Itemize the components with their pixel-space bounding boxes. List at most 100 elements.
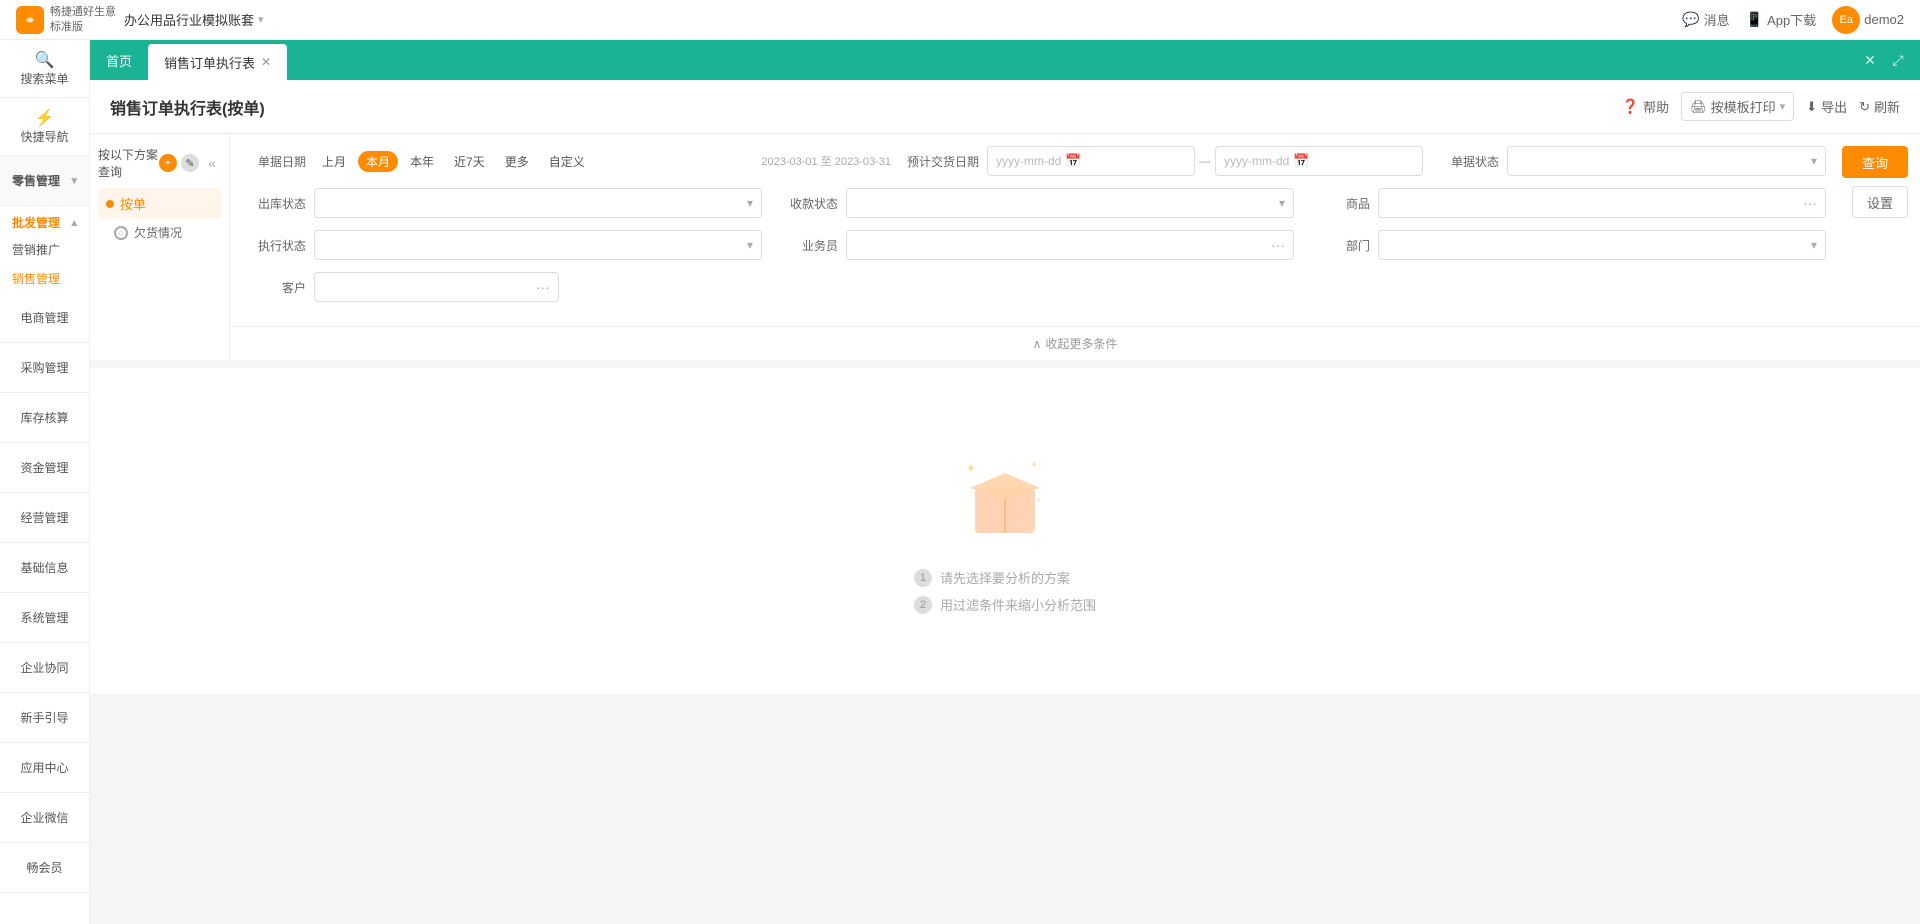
sidebar-purchase-label: 采购管理 <box>20 359 68 376</box>
expected-date-end[interactable]: yyyy-mm-dd 📅 <box>1215 146 1423 176</box>
tab-home[interactable]: 首页 <box>90 40 148 80</box>
doc-status-select[interactable] <box>1507 146 1826 176</box>
sidebar-item-marketing[interactable]: 营销推广 <box>0 235 89 264</box>
sidebar-item-wechat[interactable]: 企业微信 <box>0 793 89 843</box>
empty-tips: 1 请先选择要分析的方案 2 用过滤条件来缩小分析范围 <box>914 568 1096 614</box>
date-btn-this-month[interactable]: 本月 <box>358 151 398 172</box>
sidebar-item-ecommerce[interactable]: 电商管理 <box>0 293 89 343</box>
sidebar-item-system[interactable]: 系统管理 <box>0 593 89 643</box>
sidebar-item-sales[interactable]: 销售管理 <box>0 264 89 293</box>
sidebar-item-search[interactable]: 🔍 搜索菜单 <box>0 40 89 98</box>
collection-chevron <box>1279 196 1285 210</box>
print-icon: 🖨 <box>1690 99 1707 115</box>
main-layout: 🔍 搜索菜单 ⚡ 快捷导航 零售管理 ▾ 批发管理 ▴ 营销推广 销售管理 电商… <box>0 40 1920 924</box>
refresh-btn[interactable]: ↻ 刷新 <box>1859 97 1900 116</box>
scheme-item-label: 按单 <box>120 194 146 213</box>
filter-form-area: 单据日期 上月 本月 本年 近7天 更多 自定义 <box>230 134 1920 326</box>
user-area[interactable]: Ea demo2 <box>1832 6 1904 34</box>
sidebar-newbie-label: 新手引导 <box>20 709 68 726</box>
tab-sales-exec-label: 销售订单执行表 <box>164 53 255 72</box>
export-label: 导出 <box>1821 97 1847 116</box>
app-download-btn[interactable]: 📱 App下载 <box>1746 10 1817 29</box>
date-btn-more[interactable]: 更多 <box>497 151 537 172</box>
settings-btn[interactable]: 设置 <box>1852 186 1908 218</box>
collection-status-label: 收款状态 <box>778 195 838 212</box>
filter-row-3: 执行状态 业务员 <box>246 230 1826 260</box>
scheme-edit-btn[interactable]: ✎ <box>181 154 199 172</box>
expand-window-btn[interactable]: ⤢ <box>1888 50 1908 70</box>
scheme-collapse-btn[interactable]: « <box>203 154 221 172</box>
sidebar-item-member[interactable]: 畅会员 <box>0 843 89 893</box>
sidebar-finance-label: 资金管理 <box>20 459 68 476</box>
collapse-icon: ▴ <box>71 216 77 229</box>
salesperson-select[interactable] <box>846 230 1294 260</box>
sidebar-item-basic[interactable]: 基础信息 <box>0 543 89 593</box>
query-btn[interactable]: 查询 <box>1842 146 1908 178</box>
svg-text:✦: ✦ <box>1035 496 1042 505</box>
sidebar-item-purchase[interactable]: 采购管理 <box>0 343 89 393</box>
sidebar-marketing-label: 营销推广 <box>12 241 60 258</box>
date-btn-this-year[interactable]: 本年 <box>402 151 442 172</box>
tab-sales-exec[interactable]: 销售订单执行表 ✕ <box>148 44 287 80</box>
tab-bar-actions: ✕ ⤢ <box>1860 50 1920 70</box>
sidebar-wholesale-label: 批发管理 <box>12 214 60 231</box>
doc-status-field: 单据状态 <box>1439 146 1826 176</box>
exec-status-label: 执行状态 <box>246 237 306 254</box>
date-btn-last-month[interactable]: 上月 <box>314 151 354 172</box>
date-btn-7days[interactable]: 近7天 <box>446 151 493 172</box>
scheme-item-by-order[interactable]: 按单 <box>98 188 221 219</box>
filter-row-1: 单据日期 上月 本月 本年 近7天 更多 自定义 <box>246 146 1826 176</box>
scheme-item-shortage[interactable]: ○ 欠货情况 <box>106 219 221 246</box>
sidebar-retail-label: 零售管理 <box>12 172 60 189</box>
salesperson-ellipsis <box>1271 237 1285 253</box>
sidebar-item-newbie[interactable]: 新手引导 <box>0 693 89 743</box>
collapse-more-btn[interactable]: ∧ 收起更多条件 <box>230 326 1920 360</box>
logo-line2: 标准版 <box>50 20 116 34</box>
sidebar: 🔍 搜索菜单 ⚡ 快捷导航 零售管理 ▾ 批发管理 ▴ 营销推广 销售管理 电商… <box>0 40 90 924</box>
expected-date-start[interactable]: yyyy-mm-dd 📅 <box>987 146 1195 176</box>
filter-right: 单据日期 上月 本月 本年 近7天 更多 自定义 <box>230 134 1920 360</box>
customer-field: 客户 <box>246 272 559 302</box>
expected-date-field: 预计交货日期 yyyy-mm-dd 📅 — yyyy-mm-d <box>907 146 1423 176</box>
doc-status-label: 单据状态 <box>1439 153 1499 170</box>
svg-text:✦: ✦ <box>1030 460 1038 471</box>
sidebar-item-quicknav[interactable]: ⚡ 快捷导航 <box>0 98 89 156</box>
salesperson-field: 业务员 <box>778 230 1294 260</box>
chevron-up-icon: ∧ <box>1033 337 1042 351</box>
sidebar-item-business[interactable]: 经营管理 <box>0 493 89 543</box>
delivery-status-select[interactable] <box>314 188 762 218</box>
help-btn[interactable]: ❓ 帮助 <box>1622 97 1669 116</box>
collection-status-select[interactable] <box>846 188 1294 218</box>
sidebar-item-enterprise[interactable]: 企业协同 <box>0 643 89 693</box>
page-header: 销售订单执行表(按单) ❓ 帮助 🖨 按模板打印 ▾ ⬇ 导出 <box>90 80 1920 134</box>
sidebar-item-retail[interactable]: 零售管理 ▾ <box>0 156 89 206</box>
delivery-chevron <box>747 196 753 210</box>
sidebar-item-inventory[interactable]: 库存核算 <box>0 393 89 443</box>
sidebar-item-appcenter[interactable]: 应用中心 <box>0 743 89 793</box>
page-content: 销售订单执行表(按单) ❓ 帮助 🖨 按模板打印 ▾ ⬇ 导出 <box>90 80 1920 924</box>
exec-status-select[interactable] <box>314 230 762 260</box>
customer-select[interactable] <box>314 272 559 302</box>
sidebar-item-finance[interactable]: 资金管理 <box>0 443 89 493</box>
scheme-header: 按以下方案查询 + ✎ « <box>98 146 221 180</box>
date-quick-btns: 上月 本月 本年 近7天 更多 自定义 <box>314 151 753 172</box>
delivery-status-label: 出库状态 <box>246 195 306 212</box>
salesperson-label: 业务员 <box>778 237 838 254</box>
close-tab-icon[interactable]: ✕ <box>261 55 271 69</box>
logo-area: 畅捷通好生意 标准版 <box>16 5 116 34</box>
export-btn[interactable]: ⬇ 导出 <box>1806 97 1847 116</box>
date-btn-custom[interactable]: 自定义 <box>541 151 593 172</box>
exec-status-field: 执行状态 <box>246 230 762 260</box>
company-selector[interactable]: 办公用品行业模拟账套 ▾ <box>124 10 264 29</box>
quick-nav-label: 快捷导航 <box>20 130 68 144</box>
goods-select[interactable] <box>1378 188 1826 218</box>
dept-select[interactable] <box>1378 230 1826 260</box>
app-download-label: App下载 <box>1767 10 1816 29</box>
sidebar-wholesale-group[interactable]: 批发管理 ▴ <box>0 206 89 235</box>
sidebar-appcenter-label: 应用中心 <box>20 759 68 776</box>
scheme-add-btn[interactable]: + <box>159 154 177 172</box>
messages-btn[interactable]: 💬 消息 <box>1682 10 1729 29</box>
print-btn[interactable]: 🖨 按模板打印 ▾ <box>1681 92 1794 121</box>
page-title: 销售订单执行表(按单) <box>110 95 265 119</box>
close-window-btn[interactable]: ✕ <box>1860 50 1880 70</box>
